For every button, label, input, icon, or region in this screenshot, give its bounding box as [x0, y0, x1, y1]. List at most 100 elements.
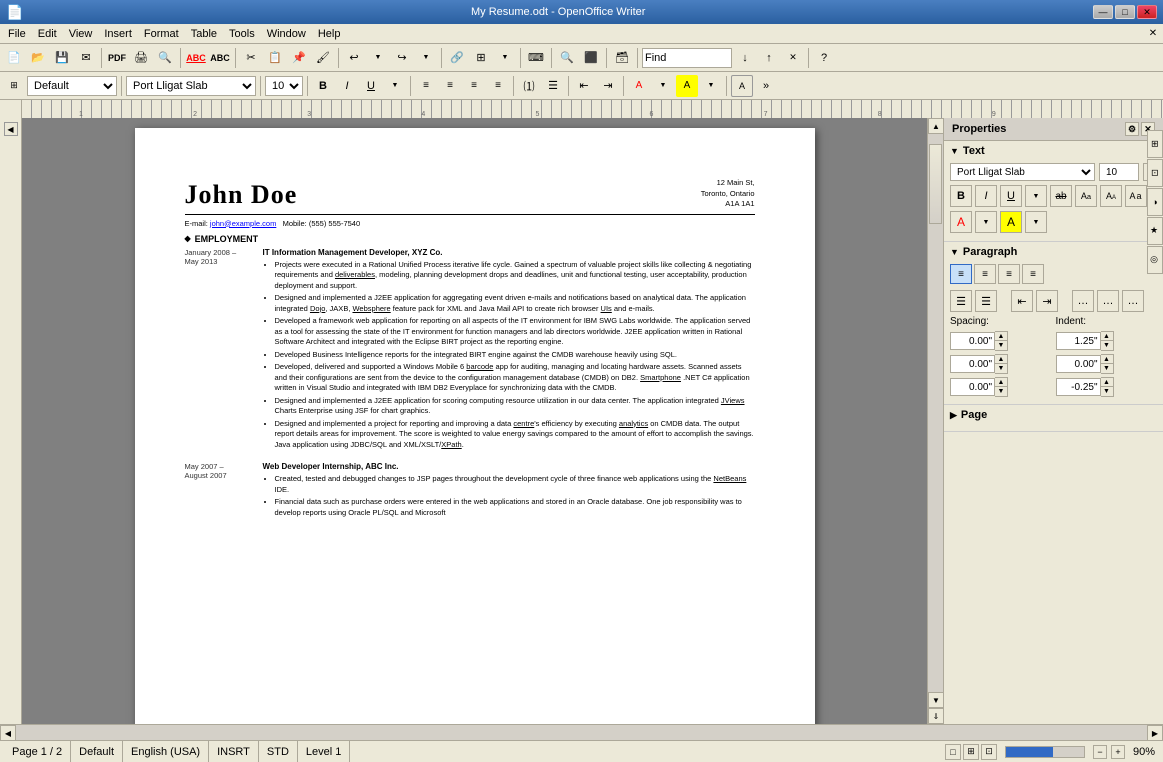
spacing-below-up[interactable]: ▲	[995, 355, 1007, 364]
minimize-button[interactable]: —	[1093, 5, 1113, 19]
tb-undo-drop[interactable]: ▼	[367, 47, 389, 69]
scroll-up-arrow[interactable]: ▲	[928, 118, 944, 134]
prop-underline[interactable]: U	[1000, 185, 1022, 207]
align-left-button[interactable]: ≡	[415, 75, 437, 97]
prop-strikethrough[interactable]: ab	[1050, 185, 1072, 207]
tb-format-paint[interactable]: 🖌	[312, 47, 334, 69]
text-section-title[interactable]: ▼ Text	[950, 145, 1157, 157]
tb-redo[interactable]: ↪	[391, 47, 413, 69]
menu-edit[interactable]: Edit	[32, 24, 63, 43]
prop-insert-items2[interactable]: …	[1097, 290, 1119, 312]
view-btn-1[interactable]: □	[945, 744, 961, 760]
tb-find-close[interactable]: ✕	[782, 47, 804, 69]
zoom-out-btn[interactable]: −	[1093, 745, 1107, 759]
align-center-prop[interactable]: ≡	[974, 264, 996, 284]
sidebar-icon-4[interactable]: ★	[1147, 217, 1163, 245]
prop-spacing[interactable]: Aa	[1125, 185, 1147, 207]
prop-list-props[interactable]: ☰	[975, 290, 997, 312]
prop-italic[interactable]: I	[975, 185, 997, 207]
sidebar-icon-3[interactable]: ◑	[1147, 188, 1163, 216]
tb-find[interactable]: 🔍	[556, 47, 578, 69]
tb-fields[interactable]: ⌨	[525, 47, 547, 69]
left-sidebar-toggle[interactable]: ◀	[4, 122, 18, 136]
tb-bullets[interactable]: ☰	[542, 75, 564, 97]
tb-save[interactable]: 💾	[51, 47, 73, 69]
tb-insert-drop[interactable]: ▼	[494, 47, 516, 69]
tb-font-color[interactable]: A	[628, 75, 650, 97]
tb-undo[interactable]: ↩	[343, 47, 365, 69]
tb-spell2[interactable]: ABC	[209, 47, 231, 69]
view-btn-3[interactable]: ⊡	[981, 744, 997, 760]
indent-before-input[interactable]	[1056, 332, 1101, 350]
align-right-prop[interactable]: ≡	[998, 264, 1020, 284]
prop-font-size[interactable]	[1099, 163, 1139, 181]
tb-print[interactable]: 🖨	[130, 47, 152, 69]
tb-font-color-drop[interactable]: ▼	[652, 75, 674, 97]
scroll-left-arrow[interactable]: ◀	[0, 725, 16, 741]
horizontal-scrollbar[interactable]: ◀ ▶	[0, 724, 1163, 740]
insert-mode[interactable]: INSRT	[209, 741, 259, 762]
properties-settings-btn[interactable]: ⚙	[1125, 122, 1139, 136]
spacing-above-input[interactable]	[950, 332, 995, 350]
prop-font-dropdown[interactable]: Port Lligat Slab	[950, 163, 1095, 181]
menu-format[interactable]: Format	[138, 24, 185, 43]
prop-insert-items[interactable]: …	[1072, 290, 1094, 312]
spacing-below-down[interactable]: ▼	[995, 364, 1007, 373]
tb-find-prev[interactable]: ↑	[758, 47, 780, 69]
tb-paste[interactable]: 📌	[288, 47, 310, 69]
prop-bold[interactable]: B	[950, 185, 972, 207]
align-justify-prop[interactable]: ≡	[1022, 264, 1044, 284]
zoom-in-btn[interactable]: +	[1111, 745, 1125, 759]
tb-copy[interactable]: 📋	[264, 47, 286, 69]
menu-window[interactable]: Window	[261, 24, 312, 43]
tb-highlight-drop[interactable]: ▼	[700, 75, 722, 97]
prop-indent-dec[interactable]: ⇤	[1011, 290, 1033, 312]
line-spacing-input[interactable]	[950, 378, 995, 396]
tb-open[interactable]: 📂	[27, 47, 49, 69]
first-line-down[interactable]: ▼	[1101, 387, 1113, 396]
menu-view[interactable]: View	[63, 24, 99, 43]
prop-highlight[interactable]: A	[1000, 211, 1022, 233]
tb-preview[interactable]: 🔍	[154, 47, 176, 69]
line-spacing-up[interactable]: ▲	[995, 378, 1007, 387]
sidebar-icon-5[interactable]: ◎	[1147, 246, 1163, 274]
menu-tools[interactable]: Tools	[223, 24, 261, 43]
italic-button[interactable]: I	[336, 75, 358, 97]
font-size-dropdown[interactable]: 10	[265, 76, 303, 96]
indent-before-up[interactable]: ▲	[1101, 332, 1113, 341]
prop-insert-items3[interactable]: …	[1122, 290, 1144, 312]
selection-mode[interactable]: STD	[259, 741, 298, 762]
tb-spell[interactable]: ABC	[185, 47, 207, 69]
prop-indent-inc[interactable]: ⇥	[1036, 290, 1058, 312]
line-spacing-down[interactable]: ▼	[995, 387, 1007, 396]
tb-navigator[interactable]: ⬛	[580, 47, 602, 69]
sidebar-icon-1[interactable]: ⊞	[1147, 130, 1163, 158]
indent-after-up[interactable]: ▲	[1101, 355, 1113, 364]
tb-datasource[interactable]: 🗃	[611, 47, 633, 69]
tb-char-style[interactable]: A	[731, 75, 753, 97]
paragraph-style-dropdown[interactable]: Default	[27, 76, 117, 96]
tb-new[interactable]: 📄	[3, 47, 25, 69]
tb-more[interactable]: »	[755, 75, 777, 97]
close-button[interactable]: ✕	[1137, 5, 1157, 19]
scroll-right-arrow[interactable]: ▶	[1147, 725, 1163, 741]
first-line-input[interactable]	[1056, 378, 1101, 396]
tb-highlight[interactable]: A	[676, 75, 698, 97]
align-right-button[interactable]: ≡	[463, 75, 485, 97]
tb-indent-inc[interactable]: ⇥	[597, 75, 619, 97]
menu-file[interactable]: File	[2, 24, 32, 43]
spacing-below-input[interactable]	[950, 355, 995, 373]
menu-close-button[interactable]: ✕	[1145, 26, 1161, 42]
find-input[interactable]	[642, 48, 732, 68]
tb-table[interactable]: ⊞	[470, 47, 492, 69]
indent-after-input[interactable]	[1056, 355, 1101, 373]
first-line-up[interactable]: ▲	[1101, 378, 1113, 387]
align-left-prop[interactable]: ≡	[950, 264, 972, 284]
tb-styles-btn[interactable]: ⊞	[3, 75, 25, 97]
menu-help[interactable]: Help	[312, 24, 347, 43]
view-btn-2[interactable]: ⊞	[963, 744, 979, 760]
tb-numbering[interactable]: ⑴	[518, 75, 540, 97]
prop-underline-drop[interactable]: ▼	[1025, 185, 1047, 207]
menu-table[interactable]: Table	[185, 24, 223, 43]
tb-find-next[interactable]: ↓	[734, 47, 756, 69]
